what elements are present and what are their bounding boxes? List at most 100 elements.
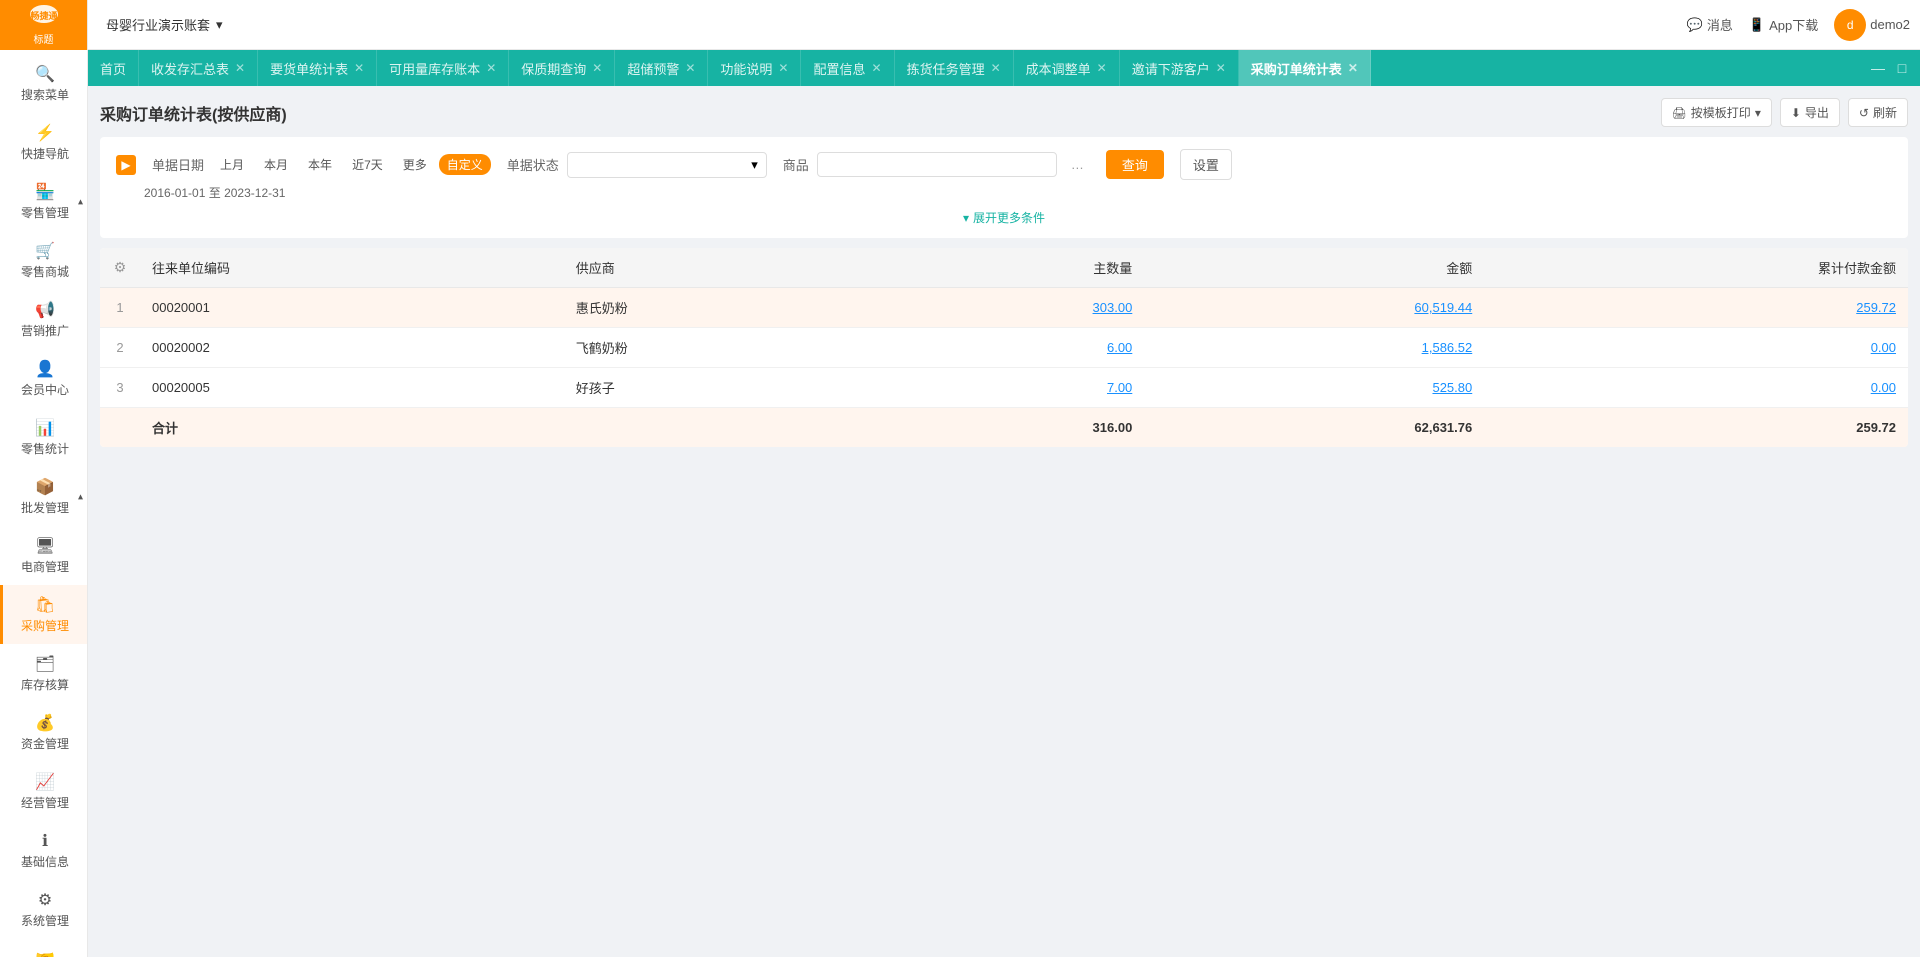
user-avatar-text: d [1847,18,1854,32]
date-shortcut-more[interactable]: 更多 [395,154,435,175]
expand-more-button[interactable]: ▾ 展开更多条件 [116,209,1892,226]
sidebar-item-ecommerce[interactable]: 🖥 电商管理 [0,526,87,585]
tab-purchase-stats[interactable]: 要货单统计表 ✕ [258,50,377,86]
tab-label-purchase-stats: 要货单统计表 [270,59,348,78]
tab-close-config-info[interactable]: ✕ [872,61,882,75]
sidebar-item-basic-info[interactable]: ℹ 基础信息 [0,821,87,880]
tab-close-usable-stock[interactable]: ✕ [486,61,496,75]
window-minimize-button[interactable]: — [1868,58,1888,78]
tab-close-warranty-query[interactable]: ✕ [592,61,602,75]
tab-invite-downstream[interactable]: 邀请下游客户 ✕ [1120,50,1239,86]
tab-usable-stock[interactable]: 可用量库存账本 ✕ [377,50,509,86]
sidebar-item-marketing[interactable]: 📢 营销推广 [0,290,87,349]
tab-purchase-order-stats[interactable]: 采购订单统计表 ✕ [1239,50,1371,86]
goods-search-input[interactable] [817,152,1057,177]
sidebar-item-quick-nav[interactable]: ⚡ 快捷导航 [0,113,87,172]
date-shortcut-this-month[interactable]: 本月 [256,154,296,175]
row-quantity-1[interactable]: 303.00 [879,288,1144,328]
tab-close-collect-send[interactable]: ✕ [235,61,245,75]
app-download-button[interactable]: 📱 App下载 [1749,15,1818,34]
footer-paid-amount: 259.72 [1484,408,1908,448]
logo-area[interactable]: 畅捷通 标题 [0,0,87,50]
sidebar-item-finance[interactable]: 💰 资金管理 [0,703,87,762]
row-quantity-3[interactable]: 7.00 [879,368,1144,408]
row-amount-3[interactable]: 525.80 [1144,368,1484,408]
col-settings-header[interactable]: ⚙ [100,248,140,288]
tab-label-usable-stock: 可用量库存账本 [389,59,480,78]
tab-config-info[interactable]: 配置信息 ✕ [801,50,894,86]
tab-label-func-desc: 功能说明 [720,59,772,78]
settings-button[interactable]: 设置 [1180,149,1232,180]
refresh-label: 刷新 [1873,104,1897,121]
sidebar-label-retail-stats: 零售统计 [21,440,69,457]
goods-more-button[interactable]: … [1065,155,1090,174]
data-table-container: ⚙ 往来单位编码 供应商 主数量 金额 累计付款金额 1 00020001 惠氏… [100,248,1908,447]
tab-overstock-warning[interactable]: 超储预警 ✕ [615,50,708,86]
filter-toggle-button[interactable]: ▶ [116,155,136,175]
row-paid-3[interactable]: 0.00 [1484,368,1908,408]
sidebar-label-wholesale: 批发管理 [21,499,69,516]
tab-close-pick-task[interactable]: ✕ [991,61,1001,75]
message-icon: 💬 [1687,17,1703,33]
status-select-chevron-icon: ▾ [751,157,758,173]
export-button[interactable]: ⬇ 导出 [1780,98,1840,127]
tab-pick-task[interactable]: 拣货任务管理 ✕ [895,50,1014,86]
table-body: 1 00020001 惠氏奶粉 303.00 60,519.44 259.72 … [100,288,1908,408]
tab-cost-adjust[interactable]: 成本调整单 ✕ [1014,50,1120,86]
tab-close-overstock-warning[interactable]: ✕ [685,61,695,75]
sidebar-label-search: 搜索菜单 [21,86,69,103]
row-paid-1[interactable]: 259.72 [1484,288,1908,328]
sidebar-item-member[interactable]: 👤 会员中心 [0,349,87,408]
sidebar-item-retail-mall[interactable]: 🛒 零售商城 [0,231,87,290]
sidebar-item-wholesale[interactable]: 📦 批发管理 ▴ [0,467,87,526]
tab-func-desc[interactable]: 功能说明 ✕ [708,50,801,86]
footer-empty-1 [100,408,140,448]
col-unit-code-header: 往来单位编码 [140,248,564,288]
table-header-row: ⚙ 往来单位编码 供应商 主数量 金额 累计付款金额 [100,248,1908,288]
footer-quantity: 316.00 [879,408,1144,448]
sidebar-item-enterprise[interactable]: 🤝 企业协同 [0,939,87,957]
sidebar-item-system[interactable]: ⚙ 系统管理 [0,880,87,939]
row-quantity-2[interactable]: 6.00 [879,328,1144,368]
sidebar-item-purchase[interactable]: 🛍 采购管理 [0,585,87,644]
row-amount-2[interactable]: 1,586.52 [1144,328,1484,368]
date-shortcut-last-month[interactable]: 上月 [212,154,252,175]
col-amount-header: 金额 [1144,248,1484,288]
row-paid-2[interactable]: 0.00 [1484,328,1908,368]
sidebar-item-retail[interactable]: 🏪 零售管理 ▴ [0,172,87,231]
tab-close-cost-adjust[interactable]: ✕ [1097,61,1107,75]
refresh-icon: ↺ [1859,106,1869,120]
app-download-label: App下载 [1769,15,1818,34]
user-profile-button[interactable]: d demo2 [1834,9,1910,41]
date-shortcut-7days[interactable]: 近7天 [344,154,391,175]
sidebar-item-inventory[interactable]: 🗂 库存核算 [0,644,87,703]
app-download-icon: 📱 [1749,17,1765,33]
sidebar-item-retail-stats[interactable]: 📊 零售统计 [0,408,87,467]
table-settings-icon[interactable]: ⚙ [114,259,127,275]
refresh-button[interactable]: ↺ 刷新 [1848,98,1908,127]
tab-close-purchase-stats[interactable]: ✕ [354,61,364,75]
print-button[interactable]: 🖨 按模板打印 ▾ [1661,98,1772,127]
tab-close-func-desc[interactable]: ✕ [778,61,788,75]
tab-collect-send[interactable]: 收发存汇总表 ✕ [139,50,258,86]
status-select[interactable]: ▾ [567,152,767,178]
message-button[interactable]: 💬 消息 [1687,15,1733,34]
date-custom-tag[interactable]: 自定义 [439,154,491,175]
tab-warranty-query[interactable]: 保质期查询 ✕ [509,50,615,86]
window-maximize-button[interactable]: □ [1892,58,1912,78]
tab-home[interactable]: 首页 [88,50,139,86]
sidebar-label-system: 系统管理 [21,912,69,929]
sidebar-item-search[interactable]: 🔍 搜索菜单 [0,54,87,113]
row-amount-1[interactable]: 60,519.44 [1144,288,1484,328]
user-avatar: d [1834,9,1866,41]
tab-close-invite-downstream[interactable]: ✕ [1216,61,1226,75]
tab-label-overstock-warning: 超储预警 [627,59,679,78]
status-filter-label: 单据状态 [507,155,559,174]
workspace-selector[interactable]: 母婴行业演示账套 ▾ [98,11,231,38]
main-area: 母婴行业演示账套 ▾ 💬 消息 📱 App下载 d demo2 首页 [88,0,1920,957]
tab-close-purchase-order-stats[interactable]: ✕ [1348,61,1358,75]
date-range-display: 2016-01-01 至 2023-12-31 [144,184,1892,201]
date-shortcut-this-year[interactable]: 本年 [300,154,340,175]
sidebar-item-operations[interactable]: 📈 经营管理 [0,762,87,821]
query-button[interactable]: 查询 [1106,150,1164,179]
